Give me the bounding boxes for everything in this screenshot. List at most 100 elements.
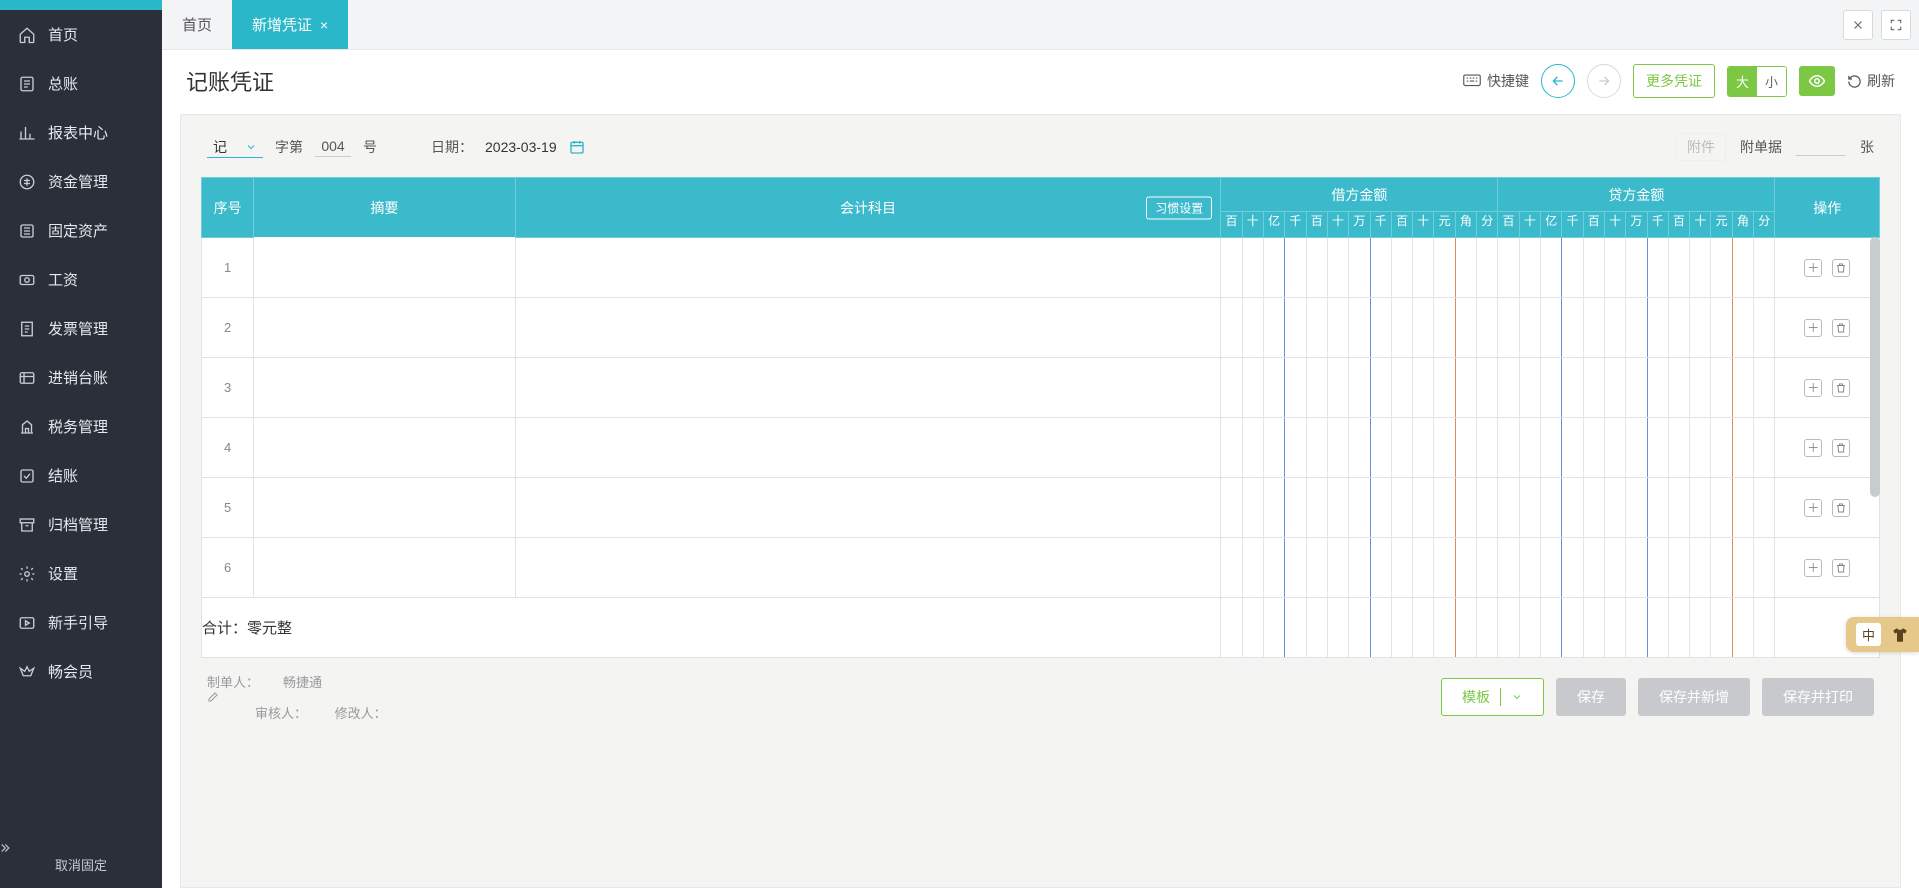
guide-icon — [18, 614, 36, 632]
subject-cell[interactable] — [515, 298, 1221, 358]
tab-1[interactable]: 新增凭证× — [232, 0, 348, 49]
subject-cell[interactable] — [515, 538, 1221, 598]
bill-count-input[interactable] — [1796, 140, 1846, 156]
shirt-icon[interactable] — [1891, 626, 1909, 644]
sidebar-item-close[interactable]: 结账 — [0, 451, 162, 500]
sidebar-item-vip[interactable]: 畅会员 — [0, 647, 162, 696]
row-seq: 3 — [202, 358, 254, 418]
credit-cell[interactable] — [1498, 358, 1775, 418]
refresh-button[interactable]: 刷新 — [1847, 71, 1895, 91]
prev-voucher-button[interactable] — [1541, 64, 1575, 98]
voucher-word-select[interactable]: 记 — [207, 137, 263, 158]
credit-cell[interactable] — [1498, 238, 1775, 298]
voucher-date-label: 日期： — [431, 137, 473, 157]
template-button[interactable]: 模板 — [1441, 678, 1544, 716]
credit-cell[interactable] — [1498, 478, 1775, 538]
sidebar-item-label: 畅会员 — [48, 661, 93, 682]
main-area: 首页新增凭证× 记账凭证 快捷键 — [162, 0, 1919, 888]
row-add-icon[interactable]: ＋ — [1804, 559, 1822, 577]
summary-input[interactable] — [254, 237, 514, 296]
sidebar-item-label: 进销台账 — [48, 367, 108, 388]
summary-cell[interactable] — [254, 418, 515, 478]
shortcut-keys-button[interactable]: 快捷键 — [1463, 71, 1529, 91]
subject-cell[interactable] — [515, 238, 1221, 298]
save-print-button[interactable]: 保存并打印 — [1762, 678, 1874, 716]
chart-icon — [18, 124, 36, 142]
debit-cell[interactable] — [1221, 298, 1498, 358]
tab-0[interactable]: 首页 — [162, 0, 232, 49]
next-voucher-button[interactable] — [1587, 64, 1621, 98]
save-new-button[interactable]: 保存并新增 — [1638, 678, 1750, 716]
row-delete-icon[interactable] — [1832, 379, 1850, 397]
credit-cell[interactable] — [1498, 298, 1775, 358]
row-delete-icon[interactable] — [1832, 439, 1850, 457]
row-add-icon[interactable]: ＋ — [1804, 499, 1822, 517]
row-delete-icon[interactable] — [1832, 499, 1850, 517]
more-vouchers-button[interactable]: 更多凭证 — [1633, 64, 1715, 98]
ime-lang-badge[interactable]: 中 — [1856, 623, 1881, 646]
debit-cell[interactable] — [1221, 238, 1498, 298]
th-ops: 操作 — [1775, 178, 1880, 238]
table-row: 2＋ — [202, 298, 1880, 358]
sidebar-item-asset[interactable]: 固定资产 — [0, 206, 162, 255]
sidebar-item-ledger[interactable]: 总账 — [0, 59, 162, 108]
debit-cell[interactable] — [1221, 478, 1498, 538]
row-add-icon[interactable]: ＋ — [1804, 319, 1822, 337]
sheet-suffix: 张 — [1860, 137, 1874, 157]
habit-settings-button[interactable]: 习惯设置 — [1146, 196, 1212, 219]
save-button[interactable]: 保存 — [1556, 678, 1626, 716]
ops-cell: ＋ — [1775, 478, 1880, 538]
sidebar-item-fund[interactable]: 资金管理 — [0, 157, 162, 206]
summary-cell[interactable] — [254, 298, 515, 358]
voucher-number-input[interactable]: 004 — [315, 138, 351, 157]
sidebar-item-tax[interactable]: 税务管理 — [0, 402, 162, 451]
home-icon — [18, 26, 36, 44]
sidebar-item-invoice[interactable]: 发票管理 — [0, 304, 162, 353]
subject-cell[interactable] — [515, 418, 1221, 478]
sidebar-item-inout[interactable]: 进销台账 — [0, 353, 162, 402]
inout-icon — [18, 369, 36, 387]
subject-cell[interactable] — [515, 478, 1221, 538]
summary-cell[interactable] — [254, 358, 515, 418]
asset-icon — [18, 222, 36, 240]
summary-cell[interactable] — [254, 478, 515, 538]
tab-close-all-button[interactable] — [1843, 10, 1873, 40]
size-toggle[interactable]: 大 小 — [1727, 66, 1787, 97]
preview-button[interactable] — [1799, 66, 1835, 96]
vip-icon — [18, 663, 36, 681]
th-credit-digits: 百十亿千百十万千百十元角分 — [1498, 212, 1775, 238]
sidebar-unpin[interactable]: 取消固定 — [0, 827, 162, 888]
sidebar-item-archive[interactable]: 归档管理 — [0, 500, 162, 549]
row-add-icon[interactable]: ＋ — [1804, 379, 1822, 397]
debit-cell[interactable] — [1221, 538, 1498, 598]
summary-cell[interactable] — [254, 238, 515, 298]
summary-cell[interactable] — [254, 538, 515, 598]
table-row: 4＋ — [202, 418, 1880, 478]
row-delete-icon[interactable] — [1832, 559, 1850, 577]
calendar-icon[interactable] — [569, 139, 585, 155]
row-seq: 2 — [202, 298, 254, 358]
sidebar-item-salary[interactable]: 工资 — [0, 255, 162, 304]
edit-maker-icon[interactable] — [207, 691, 411, 703]
row-delete-icon[interactable] — [1832, 259, 1850, 277]
sidebar-item-home[interactable]: 首页 — [0, 10, 162, 59]
sidebar-item-guide[interactable]: 新手引导 — [0, 598, 162, 647]
credit-cell[interactable] — [1498, 418, 1775, 478]
attachment-button[interactable]: 附件 — [1676, 133, 1726, 161]
row-add-icon[interactable]: ＋ — [1804, 439, 1822, 457]
credit-cell[interactable] — [1498, 538, 1775, 598]
tab-close-icon[interactable]: × — [320, 17, 328, 33]
ime-float-widget[interactable]: 中 — [1846, 617, 1919, 652]
sidebar-item-gear[interactable]: 设置 — [0, 549, 162, 598]
voucher-date-value[interactable]: 2023-03-19 — [485, 139, 557, 155]
sidebar-item-chart[interactable]: 报表中心 — [0, 108, 162, 157]
size-large[interactable]: 大 — [1728, 67, 1757, 96]
table-scrollbar[interactable] — [1870, 237, 1880, 497]
debit-cell[interactable] — [1221, 418, 1498, 478]
row-add-icon[interactable]: ＋ — [1804, 259, 1822, 277]
debit-cell[interactable] — [1221, 358, 1498, 418]
fullscreen-button[interactable] — [1881, 10, 1911, 40]
size-small[interactable]: 小 — [1757, 67, 1786, 96]
row-delete-icon[interactable] — [1832, 319, 1850, 337]
subject-cell[interactable] — [515, 358, 1221, 418]
